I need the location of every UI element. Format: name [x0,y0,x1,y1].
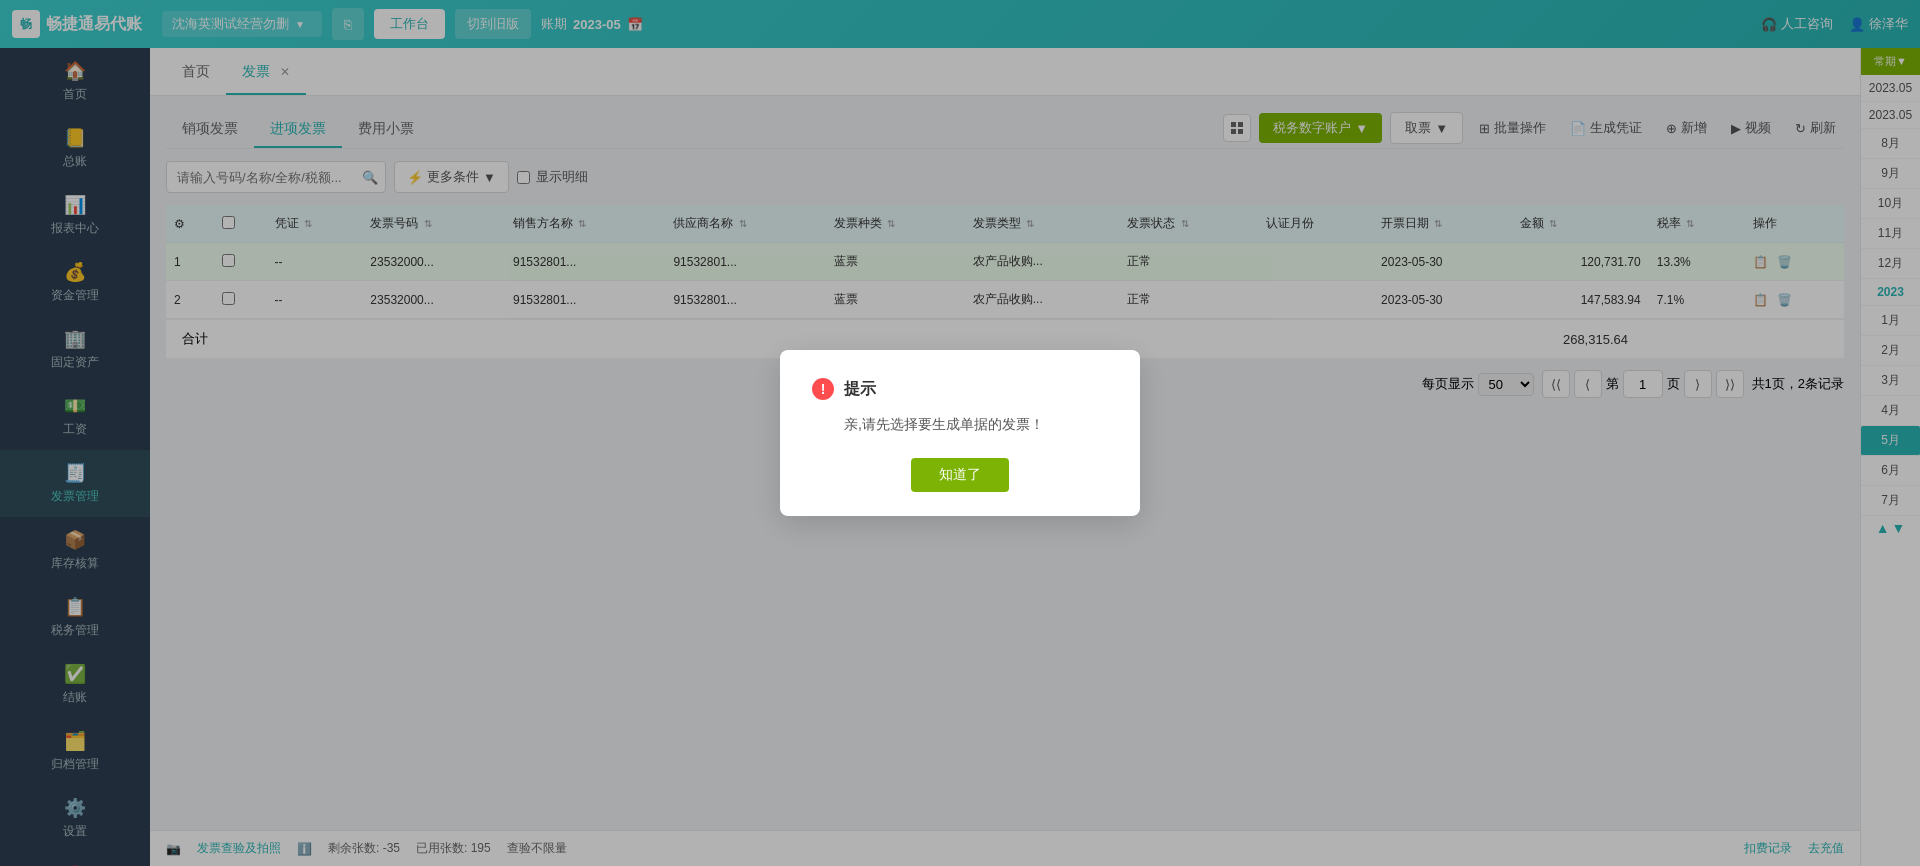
modal-message: 亲,请先选择要生成单据的发票！ [812,416,1108,434]
modal-header: ! 提示 [812,378,1108,400]
modal-overlay[interactable]: ! 提示 亲,请先选择要生成单据的发票！ 知道了 [0,0,1920,866]
modal-footer: 知道了 [812,458,1108,492]
modal-ok-button[interactable]: 知道了 [911,458,1009,492]
modal-title: 提示 [844,379,876,400]
modal-box: ! 提示 亲,请先选择要生成单据的发票！ 知道了 [780,350,1140,516]
modal-warning-icon: ! [812,378,834,400]
